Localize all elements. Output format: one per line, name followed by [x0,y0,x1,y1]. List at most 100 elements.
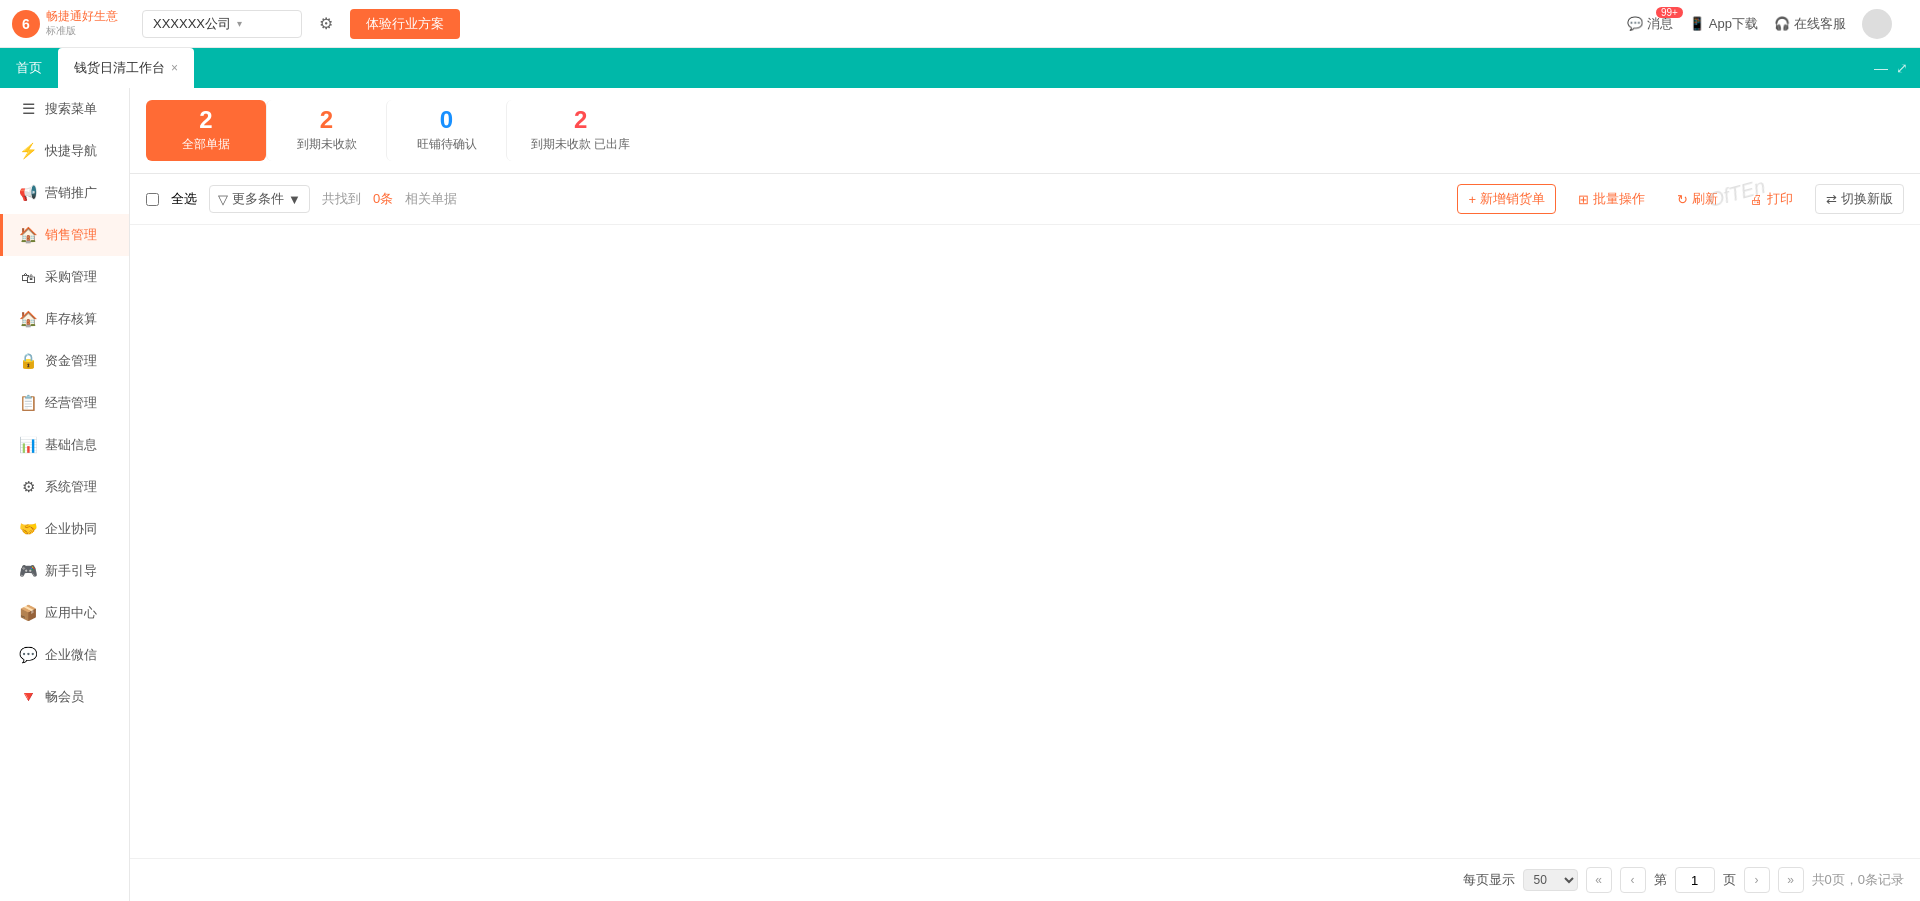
filter-icon: ▽ [218,192,228,207]
settings-button[interactable]: ⚙ [310,8,342,40]
sidebar-item-inventory[interactable]: 🏠 库存核算 [0,298,129,340]
search-icon: ☰ [19,100,37,118]
refresh-button[interactable]: ↻ 刷新 [1667,185,1728,213]
sidebar-item-purchase[interactable]: 🛍 采购管理 [0,256,129,298]
sidebar-item-operations[interactable]: 📋 经营管理 [0,382,129,424]
sidebar-item-basic-info[interactable]: 📊 基础信息 [0,424,129,466]
operations-icon: 📋 [19,394,37,412]
message-icon: 💬 [1627,16,1643,31]
sidebar-system-label: 系统管理 [45,478,97,496]
switch-label: 切换新版 [1841,190,1893,208]
batch-button[interactable]: ⊞ 批量操作 [1568,185,1655,213]
sidebar-weixin-label: 企业微信 [45,646,97,664]
sidebar-finance-label: 资金管理 [45,352,97,370]
per-page-label: 每页显示 [1463,871,1515,889]
summary-card-pending[interactable]: 0 旺铺待确认 [386,100,506,161]
weixin-icon: 💬 [19,646,37,664]
tab-home[interactable]: 首页 [0,48,58,88]
sidebar-item-finance[interactable]: 🔒 资金管理 [0,340,129,382]
sidebar-item-weixin[interactable]: 💬 企业微信 [0,634,129,676]
logo-icon: 6 [12,10,40,38]
company-name: XXXXXX公司 [153,15,231,33]
service-icon: 🎧 [1774,16,1790,31]
sidebar-item-guide[interactable]: 🎮 新手引导 [0,550,129,592]
sidebar-item-system[interactable]: ⚙ 系统管理 [0,466,129,508]
add-label: 新增销货单 [1480,190,1545,208]
tab-bar: 首页 钱货日清工作台 × — ⤢ [0,48,1920,88]
tab-minimize-btn[interactable]: — [1874,60,1888,76]
batch-label: 批量操作 [1593,190,1645,208]
found-count: 0条 [373,190,393,208]
inventory-icon: 🏠 [19,310,37,328]
toolbar: 全选 ▽ 更多条件 ▼ 共找到 0条 相关单据 + 新增销货单 ⊞ 批量操作 ↻ [130,174,1920,225]
content-area: 2 全部单据 2 到期未收款 0 旺铺待确认 2 到期未收款 已出库 全选 ▽ … [130,88,1920,901]
sidebar-member-label: 畅会员 [45,688,84,706]
chevron-down-icon: ▾ [237,18,242,29]
sidebar-search-label: 搜索菜单 [45,100,97,118]
tab-close-icon[interactable]: × [171,61,178,75]
main-layout: ☰ 搜索菜单 ⚡ 快捷导航 📢 营销推广 🏠 销售管理 🛍 采购管理 🏠 库存核… [0,88,1920,901]
select-all-label: 全选 [171,190,197,208]
guide-icon: 🎮 [19,562,37,580]
online-service-button[interactable]: 🎧 在线客服 [1774,15,1846,33]
next-page-button[interactable]: › [1744,867,1770,893]
found-suffix: 相关单据 [405,190,457,208]
toolbar-right: + 新增销货单 ⊞ 批量操作 ↻ 刷新 🖨 打印 ⇄ 切换新版 [1457,184,1904,214]
sidebar-purchase-label: 采购管理 [45,268,97,286]
per-page-select[interactable]: 50 100 200 [1523,869,1578,891]
print-label: 打印 [1767,190,1793,208]
summary-card-shipped[interactable]: 2 到期未收款 已出库 [506,100,654,161]
switch-icon: ⇄ [1826,192,1837,207]
add-sale-button[interactable]: + 新增销货单 [1457,184,1556,214]
online-service-label: 在线客服 [1794,15,1846,33]
logo-area: 6 畅捷通好生意 标准版 [12,9,142,39]
company-selector[interactable]: XXXXXX公司 ▾ [142,10,302,38]
prev-page-button[interactable]: ‹ [1620,867,1646,893]
pagination-bar: 每页显示 50 100 200 « ‹ 第 页 › » 共0页，0条记录 [130,858,1920,901]
app-download-label: App下载 [1709,15,1758,33]
summary-card-all[interactable]: 2 全部单据 [146,100,266,161]
sidebar: ☰ 搜索菜单 ⚡ 快捷导航 📢 营销推广 🏠 销售管理 🛍 采购管理 🏠 库存核… [0,88,130,901]
print-icon: 🖨 [1750,192,1763,207]
last-page-button[interactable]: » [1778,867,1804,893]
page-prefix: 第 [1654,871,1667,889]
page-number-input[interactable] [1675,867,1715,893]
enterprise-icon: 🤝 [19,520,37,538]
sidebar-item-search[interactable]: ☰ 搜索菜单 [0,88,129,130]
top-right: 💬 消息 99+ 📱 App下载 🎧 在线客服 [1627,9,1908,39]
sidebar-enterprise-label: 企业协同 [45,520,97,538]
logo-badge: 标准版 [46,24,118,38]
app-download-button[interactable]: 📱 App下载 [1689,15,1758,33]
tab-maximize-btn[interactable]: ⤢ [1896,60,1908,76]
finance-icon: 🔒 [19,352,37,370]
message-button[interactable]: 💬 消息 99+ [1627,15,1673,33]
card-num-shipped: 2 [574,108,587,132]
sidebar-item-enterprise[interactable]: 🤝 企业协同 [0,508,129,550]
sidebar-item-marketing[interactable]: 📢 营销推广 [0,172,129,214]
sidebar-item-app-center[interactable]: 📦 应用中心 [0,592,129,634]
sidebar-marketing-label: 营销推广 [45,184,97,202]
switch-version-button[interactable]: ⇄ 切换新版 [1815,184,1904,214]
add-icon: + [1468,192,1476,207]
tab-home-label: 首页 [16,59,42,77]
tab-active[interactable]: 钱货日清工作台 × [58,48,194,88]
card-label-overdue: 到期未收款 [297,136,357,153]
card-label-shipped: 到期未收款 已出库 [531,136,630,153]
filter-button[interactable]: ▽ 更多条件 ▼ [209,185,310,213]
sidebar-quick-nav-label: 快捷导航 [45,142,97,160]
trial-button[interactable]: 体验行业方案 [350,9,460,39]
first-page-button[interactable]: « [1586,867,1612,893]
summary-card-overdue[interactable]: 2 到期未收款 [266,100,386,161]
sidebar-item-sales[interactable]: 🏠 销售管理 [0,214,129,256]
sidebar-app-center-label: 应用中心 [45,604,97,622]
card-num-pending: 0 [440,108,453,132]
system-icon: ⚙ [19,478,37,496]
avatar[interactable] [1862,9,1892,39]
logo-text: 畅捷通好生意 [46,9,118,25]
sidebar-item-quick-nav[interactable]: ⚡ 快捷导航 [0,130,129,172]
sidebar-item-member[interactable]: 🔻 畅会员 [0,676,129,718]
select-all-checkbox[interactable] [146,193,159,206]
filter-chevron-icon: ▼ [288,192,301,207]
print-button[interactable]: 🖨 打印 [1740,185,1803,213]
sidebar-guide-label: 新手引导 [45,562,97,580]
